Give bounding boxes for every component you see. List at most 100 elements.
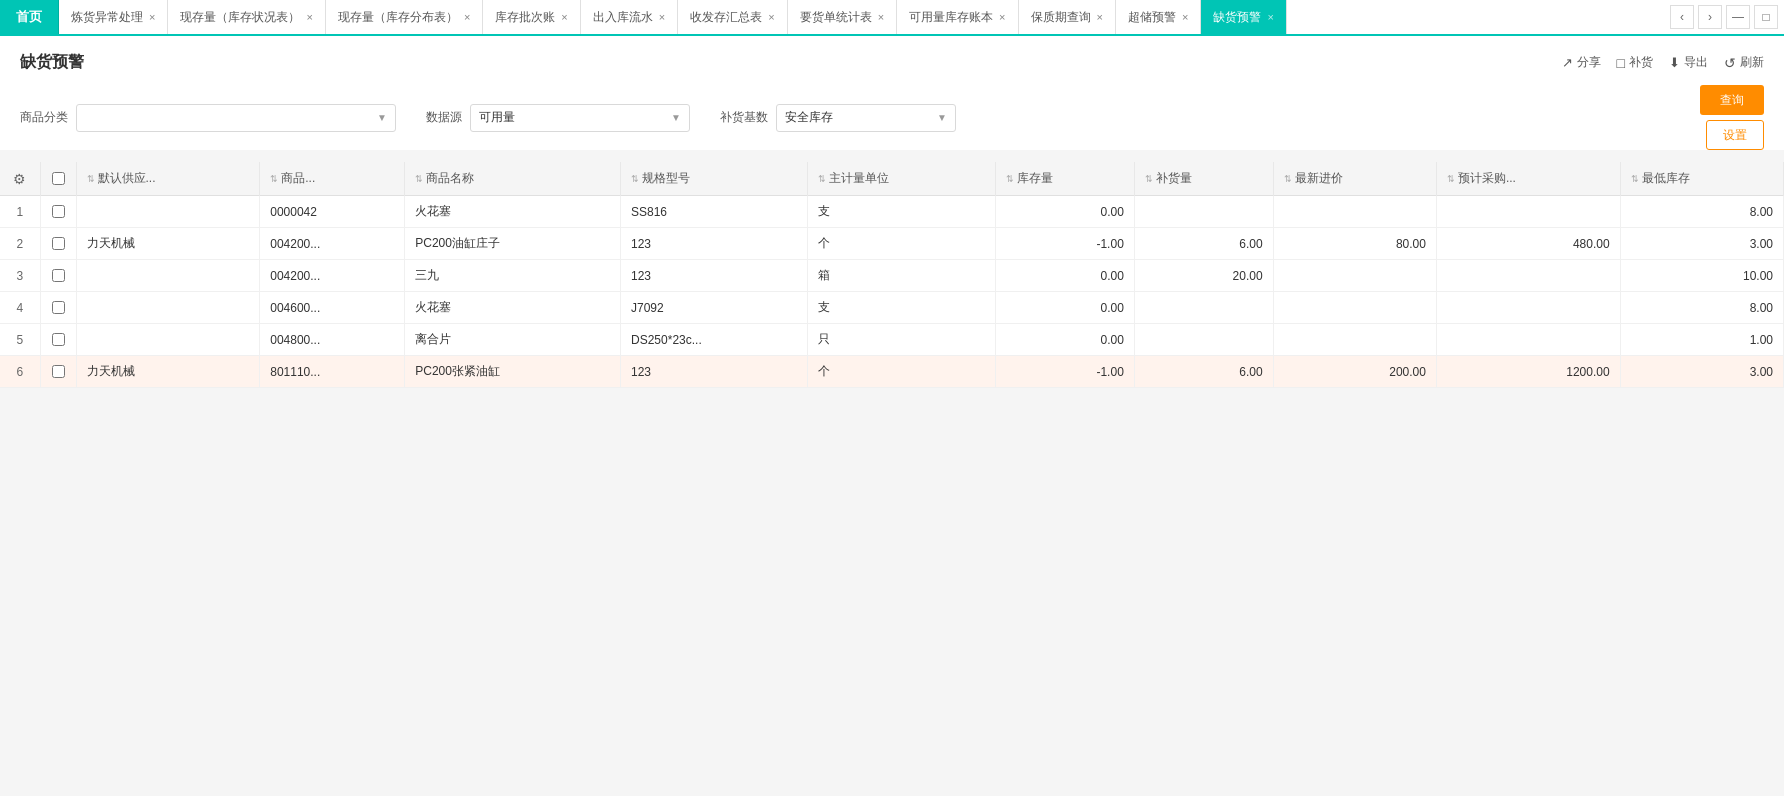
refresh-label: 刷新 bbox=[1740, 54, 1764, 71]
col-replenish-label: 补货量 bbox=[1156, 170, 1192, 187]
tab-close-order-stat[interactable]: × bbox=[878, 11, 884, 23]
row-unit: 个 bbox=[808, 228, 996, 260]
col-unit-label: 主计量单位 bbox=[829, 170, 889, 187]
col-header-stock[interactable]: ⇅ 库存量 bbox=[996, 162, 1135, 196]
row-checkbox[interactable] bbox=[52, 333, 65, 346]
row-min-stock: 8.00 bbox=[1620, 292, 1783, 324]
category-select[interactable]: ▼ bbox=[76, 104, 396, 132]
refresh-action[interactable]: ↺ 刷新 bbox=[1724, 54, 1764, 71]
settings-button[interactable]: 设置 bbox=[1706, 120, 1764, 150]
tab-close-abnormal[interactable]: × bbox=[149, 11, 155, 23]
row-unit: 个 bbox=[808, 356, 996, 388]
filter-datasource-group: 数据源 可用量 ▼ bbox=[426, 104, 690, 132]
tab-close-receive[interactable]: × bbox=[768, 11, 774, 23]
filter-row: 商品分类 ▼ 数据源 可用量 ▼ 补货基数 安全库存 ▼ 查询 设置 bbox=[20, 85, 1764, 150]
tab-bar: 首页 炼货异常处理×现存量（库存状况表）×现存量（库存分布表）×库存批次账×出入… bbox=[0, 0, 1784, 36]
export-label: 导出 bbox=[1684, 54, 1708, 71]
tab-item-receive[interactable]: 收发存汇总表× bbox=[678, 0, 787, 34]
row-index: 2 bbox=[0, 228, 40, 260]
page-title: 缺货预警 bbox=[20, 52, 84, 73]
row-supplier bbox=[76, 196, 260, 228]
tab-close-expiry[interactable]: × bbox=[1097, 11, 1103, 23]
col-header-est-purchase[interactable]: ⇅ 预计采购... bbox=[1436, 162, 1620, 196]
row-latest-price bbox=[1273, 324, 1436, 356]
tab-item-stock-status[interactable]: 现存量（库存状况表） × bbox=[168, 0, 325, 34]
col-header-goods-name[interactable]: ⇅ 商品名称 bbox=[405, 162, 621, 196]
tab-minimize-btn[interactable]: — bbox=[1726, 5, 1750, 29]
tab-label: 现存量（库存状况表） bbox=[180, 9, 300, 26]
refresh-icon: ↺ bbox=[1724, 55, 1736, 71]
datasource-select[interactable]: 可用量 ▼ bbox=[470, 104, 690, 132]
tab-maximize-btn[interactable]: □ bbox=[1754, 5, 1778, 29]
col-header-supplier[interactable]: ⇅ 默认供应... bbox=[76, 162, 260, 196]
category-select-arrow: ▼ bbox=[377, 112, 387, 123]
col-header-settings[interactable]: ⚙ bbox=[0, 162, 40, 196]
row-spec: SS816 bbox=[621, 196, 808, 228]
row-est-purchase: 480.00 bbox=[1436, 228, 1620, 260]
col-header-spec[interactable]: ⇅ 规格型号 bbox=[621, 162, 808, 196]
row-spec: 123 bbox=[621, 356, 808, 388]
row-checkbox[interactable] bbox=[52, 301, 65, 314]
tab-close-batch[interactable]: × bbox=[561, 11, 567, 23]
row-unit: 支 bbox=[808, 196, 996, 228]
row-index: 4 bbox=[0, 292, 40, 324]
col-name-label: 商品名称 bbox=[426, 170, 474, 187]
tab-item-available[interactable]: 可用量库存账本× bbox=[897, 0, 1018, 34]
share-action[interactable]: ↗ 分享 bbox=[1562, 54, 1601, 71]
col-header-replenish-qty[interactable]: ⇅ 补货量 bbox=[1134, 162, 1273, 196]
sort-unit-icon: ⇅ bbox=[818, 174, 826, 184]
row-goods-code: 801110... bbox=[260, 356, 405, 388]
tab-item-shortage[interactable]: 缺货预警 × bbox=[1201, 0, 1286, 34]
row-checkbox[interactable] bbox=[52, 205, 65, 218]
col-code-label: 商品... bbox=[281, 170, 315, 187]
row-stock: 0.00 bbox=[996, 324, 1135, 356]
row-est-purchase bbox=[1436, 260, 1620, 292]
row-supplier bbox=[76, 260, 260, 292]
query-button[interactable]: 查询 bbox=[1700, 85, 1764, 115]
col-header-min-stock[interactable]: ⇅ 最低库存 bbox=[1620, 162, 1783, 196]
select-all-checkbox[interactable] bbox=[52, 172, 65, 185]
col-header-goods-code[interactable]: ⇅ 商品... bbox=[260, 162, 405, 196]
row-min-stock: 3.00 bbox=[1620, 356, 1783, 388]
filter-replenish-group: 补货基数 安全库存 ▼ bbox=[720, 104, 956, 132]
row-checkbox[interactable] bbox=[52, 365, 65, 378]
col-header-latest-price[interactable]: ⇅ 最新进价 bbox=[1273, 162, 1436, 196]
replenish-label: 补货 bbox=[1629, 54, 1653, 71]
tab-label: 缺货预警 bbox=[1213, 9, 1261, 26]
tab-close-inout[interactable]: × bbox=[659, 11, 665, 23]
tab-close-stock-status[interactable]: × bbox=[306, 11, 312, 23]
replenish-action[interactable]: □ 补货 bbox=[1617, 54, 1653, 71]
row-checkbox-cell bbox=[40, 292, 76, 324]
replenish-base-select[interactable]: 安全库存 ▼ bbox=[776, 104, 956, 132]
col-header-checkbox[interactable] bbox=[40, 162, 76, 196]
row-goods-name: PC200张紧油缸 bbox=[405, 356, 621, 388]
row-checkbox[interactable] bbox=[52, 269, 65, 282]
tab-next-btn[interactable]: › bbox=[1698, 5, 1722, 29]
col-stock-label: 库存量 bbox=[1017, 170, 1053, 187]
tab-prev-btn[interactable]: ‹ bbox=[1670, 5, 1694, 29]
col-min-label: 最低库存 bbox=[1642, 170, 1690, 187]
sort-supplier-icon: ⇅ bbox=[87, 174, 95, 184]
row-spec: 123 bbox=[621, 260, 808, 292]
row-stock: 0.00 bbox=[996, 292, 1135, 324]
tab-close-overstock[interactable]: × bbox=[1182, 11, 1188, 23]
row-index: 6 bbox=[0, 356, 40, 388]
row-replenish-qty: 6.00 bbox=[1134, 228, 1273, 260]
col-header-unit[interactable]: ⇅ 主计量单位 bbox=[808, 162, 996, 196]
row-min-stock: 10.00 bbox=[1620, 260, 1783, 292]
export-action[interactable]: ⬇ 导出 bbox=[1669, 54, 1708, 71]
tab-item-abnormal[interactable]: 炼货异常处理× bbox=[59, 0, 168, 34]
tab-home[interactable]: 首页 bbox=[0, 0, 59, 34]
tab-item-overstock[interactable]: 超储预警× bbox=[1116, 0, 1201, 34]
row-min-stock: 8.00 bbox=[1620, 196, 1783, 228]
row-checkbox[interactable] bbox=[52, 237, 65, 250]
tab-close-available[interactable]: × bbox=[999, 11, 1005, 23]
tab-close-stock-dist[interactable]: × bbox=[464, 11, 470, 23]
row-replenish-qty bbox=[1134, 196, 1273, 228]
tab-item-order-stat[interactable]: 要货单统计表× bbox=[788, 0, 897, 34]
tab-item-inout[interactable]: 出入库流水× bbox=[581, 0, 678, 34]
tab-item-stock-dist[interactable]: 现存量（库存分布表）× bbox=[326, 0, 483, 34]
tab-item-expiry[interactable]: 保质期查询× bbox=[1019, 0, 1116, 34]
tab-item-batch[interactable]: 库存批次账× bbox=[483, 0, 580, 34]
tab-close-shortage[interactable]: × bbox=[1267, 11, 1273, 23]
